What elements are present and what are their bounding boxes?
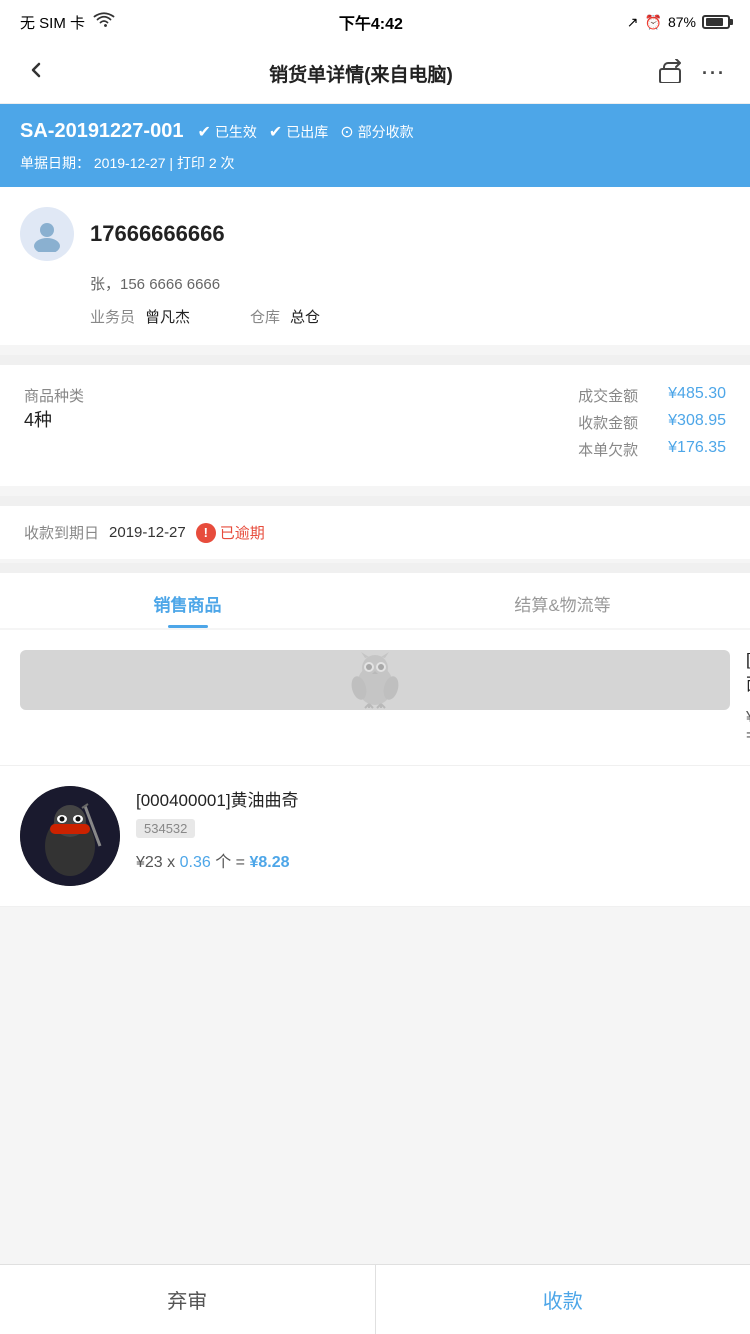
product-sku-2: 534532	[136, 819, 195, 838]
product-item: 量+ [0000002]面包 ¥40 x 5 袋 = ¥199.99	[0, 630, 750, 766]
customer-section: 17666666666 张，156 6666 6666 业务员 曾凡杰 仓库 总…	[0, 187, 750, 345]
due-amount-row: 本单欠款 ¥176.35	[578, 439, 726, 460]
check-icon-1: ✔	[197, 122, 210, 142]
check-icon-2: ✔	[269, 122, 282, 142]
deal-amount-row: 成交金额 ¥485.30	[578, 385, 726, 406]
badge-partial: ⊙ 部分收款	[340, 122, 413, 142]
badge-effective: ✔ 已生效	[197, 122, 256, 142]
bottom-spacer	[0, 907, 750, 987]
sales-item: 业务员 曾凡杰	[90, 306, 190, 327]
tabs-section: 销售商品 结算&物流等	[0, 573, 750, 628]
share-icon[interactable]	[658, 59, 682, 89]
battery-percent: 87%	[668, 14, 696, 30]
abandon-review-button[interactable]: 弃审	[0, 1265, 376, 1334]
amounts: 成交金额 ¥485.30 收款金额 ¥308.95 本单欠款 ¥176.35	[578, 385, 726, 466]
wifi-icon	[93, 12, 115, 32]
product-info-1: [0000002]面包 ¥40 x 5 袋 = ¥199.99	[746, 650, 750, 745]
order-badges: ✔ 已生效 ✔ 已出库 ⊙ 部分收款	[197, 122, 413, 142]
product-type: 商品种类 4种	[24, 385, 84, 432]
product-name-1: [0000002]面包	[746, 650, 750, 695]
tab-settlement[interactable]: 结算&物流等	[375, 573, 750, 628]
due-section: 收款到期日 2019-12-27 ! 已逾期	[0, 506, 750, 559]
separator-2	[0, 496, 750, 506]
status-left: 无 SIM 卡	[20, 12, 115, 33]
overdue-icon: !	[196, 523, 216, 543]
product-thumbnail-1: 量+	[20, 650, 730, 710]
product-price-2: ¥23 x 0.36 个 = ¥8.28	[136, 848, 730, 872]
clock-icon: ⊙	[340, 122, 353, 142]
product-item-2: [000400001]黄油曲奇 534532 ¥23 x 0.36 个 = ¥8…	[0, 766, 750, 907]
battery-icon	[702, 15, 730, 29]
tab-products[interactable]: 销售商品	[0, 573, 375, 628]
overdue-badge: ! 已逾期	[196, 522, 265, 543]
location-icon: ↗	[627, 14, 639, 31]
customer-sub-name: 张，156 6666 6666	[20, 273, 730, 294]
badge-shipped: ✔ 已出库	[269, 122, 328, 142]
status-bar: 无 SIM 卡 下午4:42 ↗ ⏰ 87%	[0, 0, 750, 44]
status-right: ↗ ⏰ 87%	[627, 14, 730, 31]
page-title: 销货单详情(来自电脑)	[269, 60, 453, 87]
warehouse-item: 仓库 总仓	[250, 306, 320, 327]
customer-row: 17666666666	[20, 207, 730, 261]
status-time: 下午4:42	[339, 10, 403, 34]
separator-3	[0, 563, 750, 573]
product-thumbnail-2	[20, 786, 120, 886]
avatar	[20, 207, 74, 261]
back-button[interactable]	[24, 58, 64, 89]
collect-payment-button[interactable]: 收款	[376, 1265, 750, 1334]
nav-bar: 销货单详情(来自电脑) ···	[0, 44, 750, 104]
order-id: SA-20191227-001	[20, 120, 183, 143]
alarm-icon: ⏰	[645, 14, 662, 31]
summary-row: 商品种类 4种 成交金额 ¥485.30 收款金额 ¥308.95 本单欠款 ¥…	[24, 385, 726, 466]
products-section: 量+ [0000002]面包 ¥40 x 5 袋 = ¥199.99	[0, 630, 750, 907]
bottom-bar: 弃审 收款	[0, 1264, 750, 1334]
more-icon[interactable]: ···	[702, 63, 726, 84]
customer-phone: 17666666666	[90, 221, 225, 247]
summary-section: 商品种类 4种 成交金额 ¥485.30 收款金额 ¥308.95 本单欠款 ¥…	[0, 365, 750, 486]
product-name-2: [000400001]黄油曲奇	[136, 786, 730, 811]
order-date-line: 单据日期： 2019-12-27 | 打印 2 次	[20, 153, 730, 173]
product-info-2: [000400001]黄油曲奇 534532 ¥23 x 0.36 个 = ¥8…	[136, 786, 730, 872]
product-price-1: ¥40 x 5 袋 = ¥199.99	[746, 703, 750, 745]
order-header: SA-20191227-001 ✔ 已生效 ✔ 已出库 ⊙ 部分收款 单据日期：…	[0, 104, 750, 187]
received-amount-row: 收款金额 ¥308.95	[578, 412, 726, 433]
nav-right-actions: ···	[658, 59, 726, 89]
separator-1	[0, 355, 750, 365]
sim-label: 无 SIM 卡	[20, 12, 85, 33]
customer-details: 业务员 曾凡杰 仓库 总仓	[20, 306, 730, 327]
